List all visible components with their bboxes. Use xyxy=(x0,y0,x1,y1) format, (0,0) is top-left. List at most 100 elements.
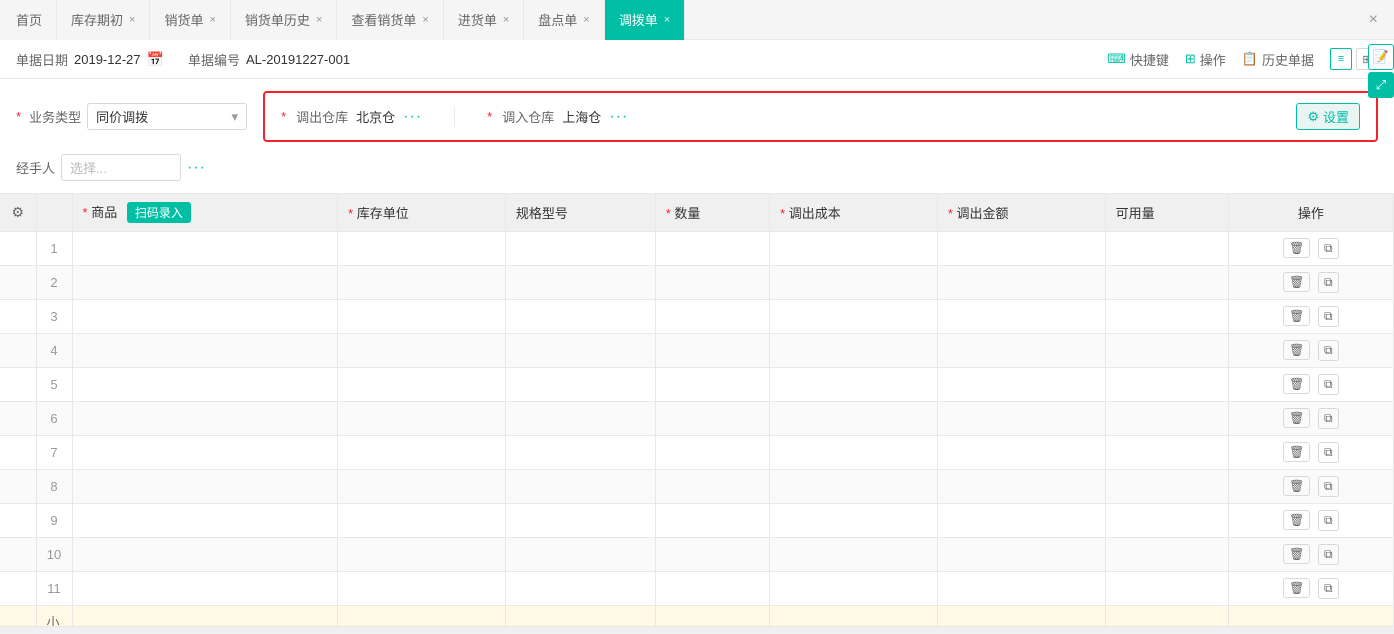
tab-close-purchase-order[interactable]: × xyxy=(503,14,509,26)
subtotal-label-cell: 小计 xyxy=(36,606,72,627)
copy-row-btn[interactable]: ⧉ xyxy=(1318,306,1339,327)
copy-row-btn[interactable]: ⧉ xyxy=(1318,408,1339,429)
date-field: 单据日期 2019-12-27 📅 xyxy=(16,50,164,69)
subtotal-product-cell xyxy=(72,606,338,627)
row-ops-cell-11: 🗑 ⧉ xyxy=(1228,572,1393,606)
copy-row-btn[interactable]: ⧉ xyxy=(1318,442,1339,463)
row-product-cell[interactable] xyxy=(72,538,338,572)
row-spec-cell xyxy=(505,504,655,538)
table-gear-icon[interactable]: ⚙ xyxy=(11,204,24,220)
table-row: 3 🗑 ⧉ xyxy=(0,300,1394,334)
row-gear-cell xyxy=(0,300,36,334)
copy-row-btn[interactable]: ⧉ xyxy=(1318,238,1339,259)
delete-row-btn[interactable]: 🗑 xyxy=(1283,544,1310,564)
sidebar-expand-btn[interactable]: ⤢ xyxy=(1368,72,1394,98)
row-quantity-cell xyxy=(655,436,769,470)
handler-more-icon[interactable]: ··· xyxy=(187,159,206,177)
row-quantity-cell xyxy=(655,470,769,504)
form-area: * 业务类型 同价调拨 ▾ * 调出仓库 北京仓 ··· xyxy=(0,79,1394,193)
tab-home[interactable]: 首页 xyxy=(0,0,57,40)
row-ops-cell: 🗑 ⧉ xyxy=(1228,538,1393,572)
tab-purchase-order[interactable]: 进货单 × xyxy=(444,0,524,40)
th-gear: ⚙ xyxy=(0,194,36,232)
tab-close-sales-order[interactable]: × xyxy=(209,14,215,26)
row-product-cell[interactable] xyxy=(72,300,338,334)
row-product-cell[interactable] xyxy=(72,334,338,368)
window-close-button[interactable]: × xyxy=(1353,11,1394,29)
date-value: 2019-12-27 xyxy=(74,52,141,67)
warehouse-in-more-icon[interactable]: ··· xyxy=(609,108,628,126)
tab-sales-order[interactable]: 销货单 × xyxy=(150,0,230,40)
delete-row-btn[interactable]: 🗑 xyxy=(1283,374,1310,394)
row-unit-cell-11 xyxy=(338,572,506,606)
delete-row-btn[interactable]: 🗑 xyxy=(1283,408,1310,428)
copy-row-btn[interactable]: ⧉ xyxy=(1318,374,1339,395)
warehouse-out-more-icon[interactable]: ··· xyxy=(403,108,422,126)
copy-row-btn[interactable]: ⧉ xyxy=(1318,544,1339,565)
delete-row-btn[interactable]: 🗑 xyxy=(1283,442,1310,462)
th-ops: 操作 xyxy=(1228,194,1393,232)
row-product-cell[interactable] xyxy=(72,232,338,266)
copy-row-btn[interactable]: ⧉ xyxy=(1318,476,1339,497)
tab-view-sales[interactable]: 查看销货单 × xyxy=(337,0,443,40)
delete-row-btn[interactable]: 🗑 xyxy=(1283,272,1310,292)
calendar-icon[interactable]: 📅 xyxy=(147,51,164,68)
tab-close-transfer-order[interactable]: × xyxy=(664,14,670,26)
shortcuts-btn[interactable]: ⌨ 快捷键 xyxy=(1107,50,1169,69)
history-btn[interactable]: 📋 历史单据 xyxy=(1242,50,1314,69)
tab-inventory-init[interactable]: 库存期初 × xyxy=(57,0,150,40)
warehouse-divider xyxy=(454,107,455,127)
copy-row-btn[interactable]: ⧉ xyxy=(1318,272,1339,293)
row-product-cell[interactable] xyxy=(72,436,338,470)
table-row: 11 🗑 ⧉ xyxy=(0,572,1394,606)
row-product-cell-11[interactable] xyxy=(72,572,338,606)
copy-row-btn[interactable]: ⧉ xyxy=(1318,340,1339,361)
copy-row-btn-11[interactable]: ⧉ xyxy=(1318,578,1339,599)
row-cost-cell-11 xyxy=(770,572,938,606)
dropdown-arrow-icon: ▾ xyxy=(232,109,239,125)
tab-close-inventory-init[interactable]: × xyxy=(129,14,135,26)
table-row: 4 🗑 ⧉ xyxy=(0,334,1394,368)
business-type-select[interactable]: 同价调拨 ▾ xyxy=(87,103,247,130)
layout-list-btn[interactable]: ≡ xyxy=(1330,48,1352,70)
business-type-field: * 业务类型 同价调拨 ▾ xyxy=(16,103,247,130)
row-quantity-cell xyxy=(655,334,769,368)
row-amount-cell-11 xyxy=(937,572,1105,606)
row-amount-cell xyxy=(937,266,1105,300)
row-available-cell xyxy=(1105,504,1228,538)
sidebar-note-btn[interactable]: 📝 xyxy=(1368,44,1394,70)
tab-close-view-sales[interactable]: × xyxy=(422,14,428,26)
row-product-cell[interactable] xyxy=(72,368,338,402)
tab-close-inventory-check[interactable]: × xyxy=(583,14,589,26)
tab-inventory-check[interactable]: 盘点单 × xyxy=(524,0,604,40)
row-cost-cell xyxy=(770,504,938,538)
tab-close-sales-history[interactable]: × xyxy=(316,14,322,26)
delete-row-btn[interactable]: 🗑 xyxy=(1283,510,1310,530)
row-gear-cell xyxy=(0,334,36,368)
tab-transfer-order[interactable]: 调拨单 × xyxy=(605,0,685,40)
copy-row-btn[interactable]: ⧉ xyxy=(1318,510,1339,531)
delete-row-btn[interactable]: 🗑 xyxy=(1283,476,1310,496)
delete-row-btn[interactable]: 🗑 xyxy=(1283,306,1310,326)
delete-row-btn[interactable]: 🗑 xyxy=(1283,238,1310,258)
tab-sales-history[interactable]: 销货单历史 × xyxy=(231,0,337,40)
row-num-cell: 10 xyxy=(36,538,72,572)
row-gear-cell-11 xyxy=(0,572,36,606)
row-product-cell[interactable] xyxy=(72,504,338,538)
row-product-cell[interactable] xyxy=(72,470,338,504)
delete-row-btn-11[interactable]: 🗑 xyxy=(1283,578,1310,598)
row-amount-cell xyxy=(937,470,1105,504)
row-ops-cell: 🗑 ⧉ xyxy=(1228,300,1393,334)
th-unit: * 库存单位 xyxy=(338,194,506,232)
scan-button[interactable]: 扫码录入 xyxy=(127,202,191,223)
horizontal-scrollbar[interactable] xyxy=(0,626,1394,634)
delete-row-btn[interactable]: 🗑 xyxy=(1283,340,1310,360)
row-amount-cell xyxy=(937,402,1105,436)
table-header-row: ⚙ * 商品 扫码录入 * 库存单位 规格型号 xyxy=(0,194,1394,232)
row-product-cell[interactable] xyxy=(72,266,338,300)
subtotal-row: 小计 0.00 0.00 0.00 xyxy=(0,606,1394,627)
warehouse-setting-btn[interactable]: ⚙ 设置 xyxy=(1296,103,1360,130)
handler-select[interactable]: 选择... xyxy=(61,154,181,181)
row-product-cell[interactable] xyxy=(72,402,338,436)
operations-btn[interactable]: ⊞ 操作 xyxy=(1185,50,1226,69)
